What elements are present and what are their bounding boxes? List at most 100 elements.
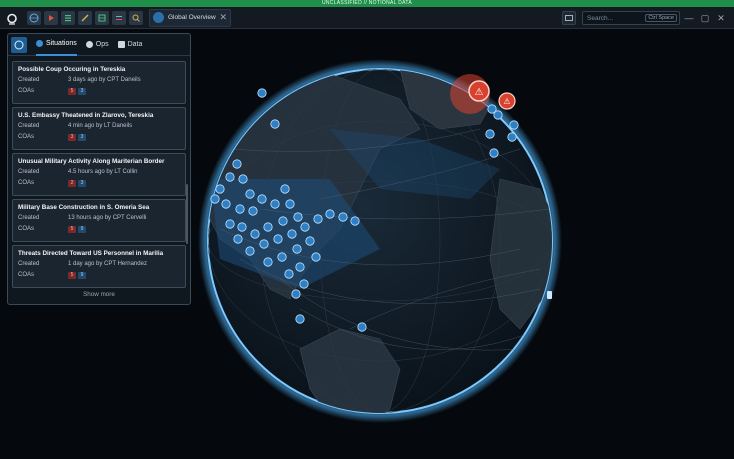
situation-card[interactable]: Possible Coup Occuring in Tereskia Creat… [12,61,186,104]
unit-marker-icon[interactable] [313,214,323,224]
unit-marker-icon[interactable] [270,119,280,129]
window-close-icon[interactable]: ✕ [714,13,728,24]
coa-red-badge: 5 [68,225,76,233]
tab-situations[interactable]: Situations [36,34,77,56]
tab-label: Global Overview [168,14,216,21]
check-circle-icon [85,41,93,48]
tab-data[interactable]: Data [117,34,143,56]
unit-marker-icon[interactable] [257,194,267,204]
close-icon[interactable]: ✕ [219,12,227,23]
unit-marker-icon[interactable] [259,239,269,249]
created-label: Created [18,215,40,221]
unit-marker-icon[interactable] [277,252,287,262]
inbox-icon[interactable] [562,11,576,25]
situation-card[interactable]: Military Base Construction in S. Omeria … [12,199,186,242]
unit-marker-icon[interactable] [291,289,301,299]
unit-marker-icon[interactable] [245,246,255,256]
unit-marker-icon[interactable] [215,184,225,194]
alert-marker[interactable]: ⚠ [498,92,516,110]
unit-marker-icon[interactable] [270,199,280,209]
coas-label: COAs [18,88,35,94]
alert-marker[interactable]: ⚠ [468,80,490,102]
unit-marker-icon[interactable] [509,120,519,130]
situation-title: U.S. Embassy Theatened in Zlarovo, Teres… [18,112,154,119]
unit-marker-icon[interactable] [238,174,248,184]
list-icon[interactable] [61,10,75,25]
coas-label: COAs [18,226,35,232]
created-label: Created [18,169,40,175]
wand-icon[interactable] [78,10,92,25]
unit-marker-icon[interactable] [305,236,315,246]
tab-global-overview[interactable]: Global Overview ✕ [149,8,231,27]
top-toolbar: Global Overview ✕ Search... Ctrl Space —… [0,7,734,29]
situations-panel: Situations Ops Data Possible Coup Occuri… [7,33,191,305]
globe-view-button[interactable] [11,36,27,53]
unit-marker-icon[interactable] [338,212,348,222]
unit-marker-icon[interactable] [263,222,273,232]
created-label: Created [18,261,40,267]
unit-marker-icon[interactable] [284,269,294,279]
svg-text:⚠: ⚠ [475,87,484,98]
unit-marker-icon[interactable] [225,219,235,229]
unit-marker-icon[interactable] [489,148,499,158]
unit-marker-icon[interactable] [257,88,267,98]
unit-marker-icon[interactable] [292,244,302,254]
unit-marker-icon[interactable] [250,229,260,239]
unit-marker-icon[interactable] [245,189,255,199]
transfer-icon[interactable] [112,10,126,25]
unit-marker-icon[interactable] [210,194,220,204]
unit-marker-icon[interactable] [225,172,235,182]
unit-marker-icon[interactable] [493,110,503,120]
search-shortcut: Ctrl Space [645,14,677,22]
unit-marker-icon[interactable] [263,257,273,267]
situation-card[interactable]: Threats Directed Toward US Personnel in … [12,245,186,288]
unit-marker-icon[interactable] [295,262,305,272]
unit-marker-icon[interactable] [295,314,305,324]
unit-marker-icon[interactable] [280,184,290,194]
tab-data-label: Data [127,41,143,48]
unit-marker-icon[interactable] [293,212,303,222]
play-icon[interactable] [44,10,58,25]
unit-marker-icon[interactable] [235,204,245,214]
unit-marker-icon[interactable] [287,229,297,239]
search-doc-icon[interactable] [129,10,143,25]
coa-blue-badge: 9 [78,271,86,279]
tab-ops[interactable]: Ops [85,34,109,56]
unit-marker-icon[interactable] [485,129,495,139]
grid-icon[interactable] [95,10,109,25]
situation-card[interactable]: Unusual Military Activity Along Mariteri… [12,153,186,196]
unit-marker-icon[interactable] [311,252,321,262]
unit-marker-icon[interactable] [300,222,310,232]
situation-card[interactable]: U.S. Embassy Theatened in Zlarovo, Teres… [12,107,186,150]
created-value: 3 days ago by CPT Daneils [68,77,141,83]
ring-logo-icon[interactable] [6,12,18,25]
unit-marker-icon[interactable] [325,209,335,219]
unit-marker-icon[interactable] [278,216,288,226]
unit-marker-icon[interactable] [233,234,243,244]
unit-marker-icon[interactable] [221,199,231,209]
tab-situations-label: Situations [46,40,77,47]
unit-marker-icon[interactable] [507,132,517,142]
globe-icon[interactable] [27,10,41,25]
maximize-icon[interactable]: ▢ [698,13,712,24]
classification-banner: UNCLASSIFIED // NOTIONAL DATA [0,0,734,7]
show-more-link[interactable]: Show more [8,291,190,298]
unit-marker-icon[interactable] [273,234,283,244]
unit-marker-icon[interactable] [357,322,367,332]
unit-marker-icon[interactable] [232,159,242,169]
coa-red-badge: 5 [68,271,76,279]
unit-marker-icon[interactable] [237,222,247,232]
unit-marker-icon[interactable] [350,216,360,226]
unit-marker-icon[interactable] [285,199,295,209]
coas-label: COAs [18,134,35,140]
search-input[interactable]: Search... Ctrl Space [582,11,680,25]
coas-label: COAs [18,180,35,186]
globe-handle[interactable] [547,291,552,299]
panel-scrollbar[interactable] [186,184,188,244]
minimize-icon[interactable]: — [682,13,696,23]
coa-red-badge: 3 [68,133,76,141]
unit-marker-icon[interactable] [299,279,309,289]
coa-red-badge: 5 [68,87,76,95]
svg-text:⚠: ⚠ [503,97,510,106]
unit-marker-icon[interactable] [248,206,258,216]
